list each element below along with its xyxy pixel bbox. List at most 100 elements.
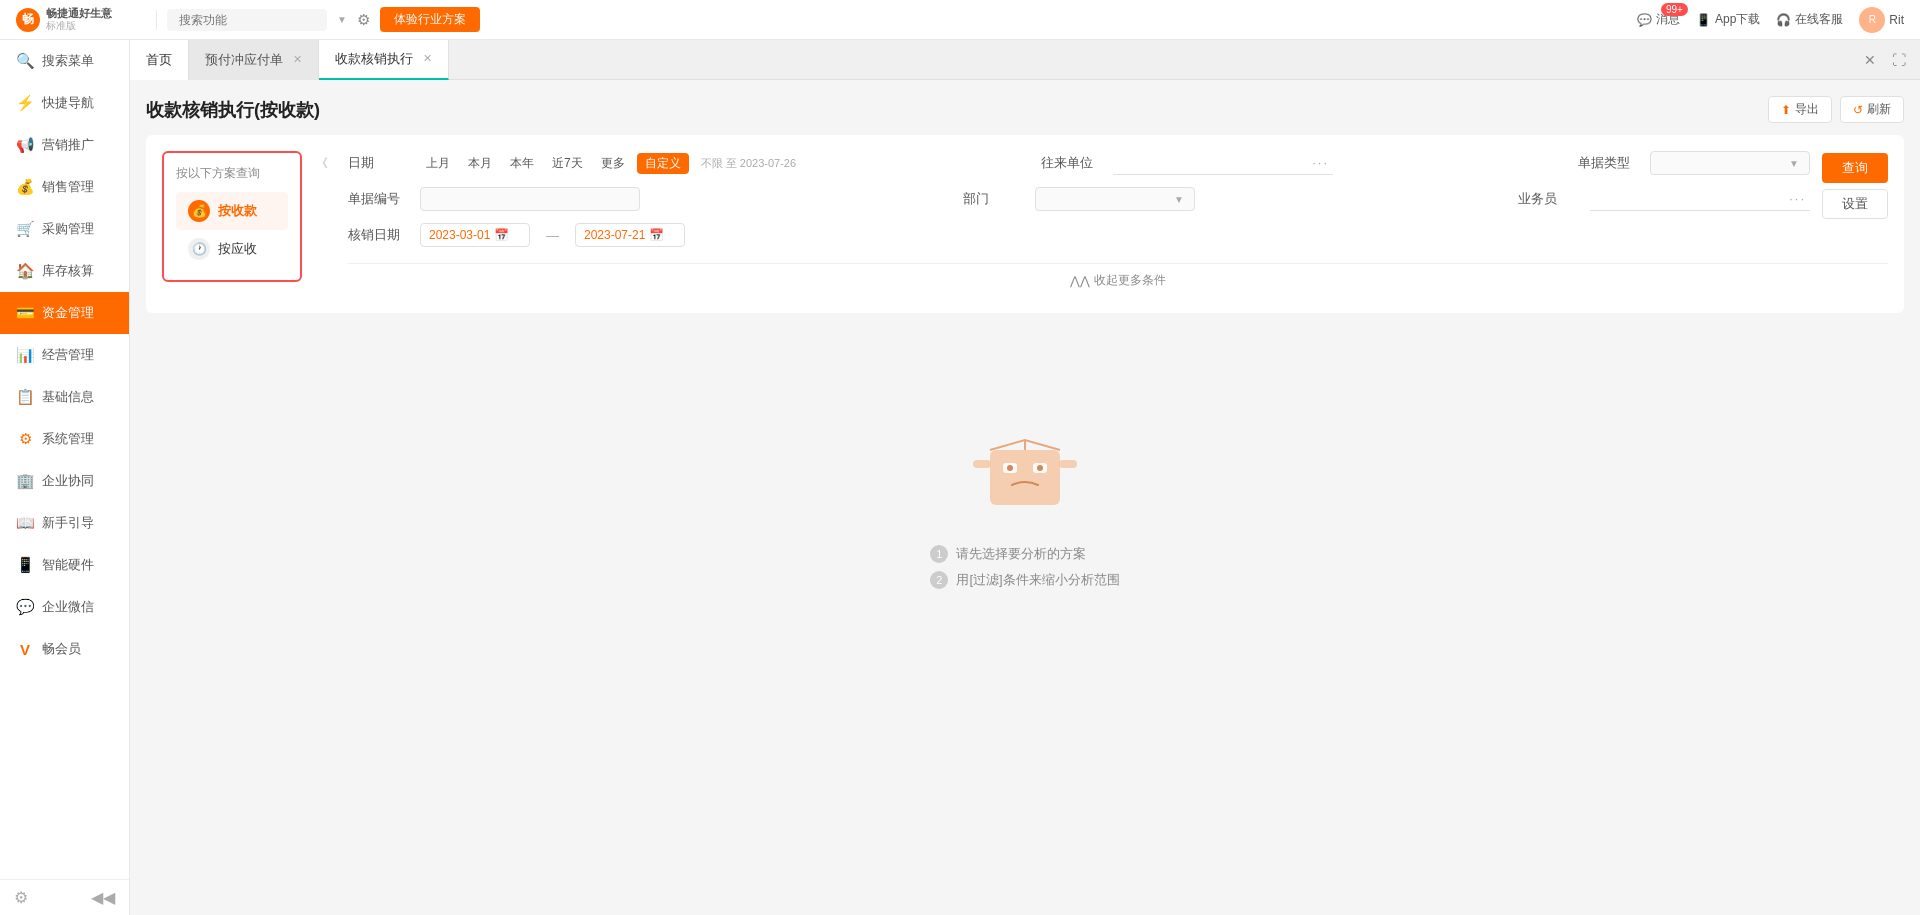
- search-dropdown-icon[interactable]: ▼: [337, 14, 347, 25]
- date-custom-btn[interactable]: 自定义: [637, 153, 689, 174]
- query-button[interactable]: 查询: [1822, 153, 1888, 183]
- member-icon: V: [16, 641, 34, 658]
- divider: [156, 10, 157, 30]
- counterpart-input[interactable]: ···: [1113, 151, 1333, 175]
- sidebar-item-enterprise[interactable]: 🏢 企业协同: [0, 460, 129, 502]
- maximize-tab-button[interactable]: ⛶: [1888, 48, 1910, 72]
- filter-panel: 按以下方案查询 💰 按收款 🕐 按应收 《: [146, 135, 1904, 313]
- sidebar-item-management[interactable]: 📊 经营管理: [0, 334, 129, 376]
- refresh-label: 刷新: [1867, 101, 1891, 118]
- sidebar-item-marketing[interactable]: 📢 营销推广: [0, 124, 129, 166]
- tip-num-2: 2: [930, 571, 948, 589]
- salesperson-label: 业务员: [1518, 190, 1578, 208]
- sidebar-item-search[interactable]: 🔍 搜索菜单: [0, 40, 129, 82]
- sidebar-item-guide[interactable]: 📖 新手引导: [0, 502, 129, 544]
- svg-point-6: [1037, 465, 1043, 471]
- sidebar-item-system[interactable]: ⚙ 系统管理: [0, 418, 129, 460]
- sidebar-item-label: 搜索菜单: [42, 52, 94, 70]
- sidebar-item-label: 采购管理: [42, 220, 94, 238]
- service-button[interactable]: 🎧 在线客服: [1776, 11, 1843, 28]
- sidebar-item-inventory[interactable]: 🏠 库存核算: [0, 250, 129, 292]
- date-options: 上月 本月 本年 近7天 更多 自定义: [420, 153, 689, 174]
- tab-receipt-label: 收款核销执行: [335, 50, 413, 68]
- export-button[interactable]: ⬆ 导出: [1768, 96, 1832, 123]
- avatar: R: [1859, 7, 1885, 33]
- doc-no-input[interactable]: [420, 187, 640, 211]
- sidebar-item-sales[interactable]: 💰 销售管理: [0, 166, 129, 208]
- tab-prepay-close[interactable]: ✕: [293, 53, 302, 66]
- filter-option-by-receivable[interactable]: 🕐 按应收: [176, 230, 288, 268]
- by-receipt-label: 按收款: [218, 202, 257, 220]
- collapse-sidebar-icon[interactable]: ◀◀: [91, 888, 115, 907]
- tab-home[interactable]: 首页: [130, 40, 189, 80]
- sidebar-item-basic[interactable]: 📋 基础信息: [0, 376, 129, 418]
- svg-rect-4: [1059, 460, 1077, 468]
- calendar-end-icon: 📅: [649, 228, 664, 242]
- collapse-more-conditions[interactable]: ⋀⋀ 收起更多条件: [348, 263, 1888, 297]
- sidebar-item-member[interactable]: V 畅会员: [0, 628, 129, 670]
- date-7days-btn[interactable]: 近7天: [546, 153, 589, 174]
- global-search-input[interactable]: [167, 9, 327, 31]
- doc-type-select[interactable]: ▼: [1650, 151, 1810, 175]
- gear-icon[interactable]: ⚙: [357, 11, 370, 29]
- solution-button[interactable]: 体验行业方案: [380, 7, 480, 32]
- refresh-icon: ↺: [1853, 103, 1863, 117]
- sidebar-item-finance[interactable]: 💳 资金管理: [0, 292, 129, 334]
- verify-date-start-input[interactable]: 2023-03-01 📅: [420, 223, 530, 247]
- salesperson-input[interactable]: ···: [1590, 187, 1810, 211]
- doc-no-label: 单据编号: [348, 190, 408, 208]
- settings-button[interactable]: 设置: [1822, 189, 1888, 219]
- close-tab-button[interactable]: ✕: [1860, 48, 1880, 72]
- settings-bottom-icon[interactable]: ⚙: [14, 888, 28, 907]
- date-range-text: 不限 至 2023-07-26: [701, 156, 796, 171]
- filter-collapse-left-icon[interactable]: 《: [308, 151, 336, 176]
- verify-date-end-input[interactable]: 2023-07-21 📅: [575, 223, 685, 247]
- doc-type-value: [1661, 156, 1785, 170]
- calendar-start-icon: 📅: [494, 228, 509, 242]
- date-this-year-btn[interactable]: 本年: [504, 153, 540, 174]
- user-profile[interactable]: R Rit: [1859, 7, 1904, 33]
- finance-icon: 💳: [16, 304, 34, 322]
- quick-icon: ⚡: [16, 94, 34, 112]
- date-more-btn[interactable]: 更多: [595, 153, 631, 174]
- tip-text-1: 请先选择要分析的方案: [956, 545, 1086, 563]
- headset-icon: 🎧: [1776, 13, 1791, 27]
- svg-point-5: [1007, 465, 1013, 471]
- filter-row-3: 核销日期 2023-03-01 📅 — 2023-07-21 📅: [348, 223, 1810, 247]
- sidebar-item-wechat[interactable]: 💬 企业微信: [0, 586, 129, 628]
- salesperson-dots[interactable]: ···: [1789, 191, 1806, 206]
- date-separator: —: [542, 228, 563, 243]
- sidebar-item-label: 库存核算: [42, 262, 94, 280]
- tab-bar: 首页 预付冲应付单 ✕ 收款核销执行 ✕ ✕ ⛶: [130, 40, 1920, 80]
- tab-receipt-close[interactable]: ✕: [423, 52, 432, 65]
- verify-date-start-value: 2023-03-01: [429, 228, 490, 242]
- counterpart-dots[interactable]: ···: [1312, 155, 1329, 170]
- filter-option-by-receipt[interactable]: 💰 按收款: [176, 192, 288, 230]
- refresh-button[interactable]: ↺ 刷新: [1840, 96, 1904, 123]
- tip-text-2: 用[过滤]条件来缩小分析范围: [956, 571, 1119, 589]
- guide-icon: 📖: [16, 514, 34, 532]
- logo-area: 畅 畅捷通好生意 标准版: [16, 7, 146, 32]
- tab-receipt[interactable]: 收款核销执行 ✕: [319, 40, 449, 80]
- verify-date-end-value: 2023-07-21: [584, 228, 645, 242]
- top-bar: 畅 畅捷通好生意 标准版 ▼ ⚙ 体验行业方案 💬 消息 99+ 📱 App下载…: [0, 0, 1920, 40]
- sidebar-item-label: 资金管理: [42, 304, 94, 322]
- tab-prepay[interactable]: 预付冲应付单 ✕: [189, 40, 319, 80]
- sidebar-item-label: 基础信息: [42, 388, 94, 406]
- sidebar-item-label: 新手引导: [42, 514, 94, 532]
- svg-rect-3: [973, 460, 991, 468]
- sidebar-item-purchase[interactable]: 🛒 采购管理: [0, 208, 129, 250]
- sidebar-item-label: 营销推广: [42, 136, 94, 154]
- dept-select[interactable]: ▼: [1035, 187, 1195, 211]
- brand-name: 畅捷通好生意: [46, 7, 112, 20]
- message-button[interactable]: 💬 消息 99+: [1637, 11, 1680, 28]
- app-download-button[interactable]: 📱 App下载: [1696, 11, 1760, 28]
- management-icon: 📊: [16, 346, 34, 364]
- sidebar-item-label: 经营管理: [42, 346, 94, 364]
- date-last-month-btn[interactable]: 上月: [420, 153, 456, 174]
- sidebar-item-hardware[interactable]: 📱 智能硬件: [0, 544, 129, 586]
- date-this-month-btn[interactable]: 本月: [462, 153, 498, 174]
- doc-type-arrow-icon: ▼: [1789, 158, 1799, 169]
- empty-tip-1: 1 请先选择要分析的方案: [930, 545, 1119, 563]
- sidebar-item-quick[interactable]: ⚡ 快捷导航: [0, 82, 129, 124]
